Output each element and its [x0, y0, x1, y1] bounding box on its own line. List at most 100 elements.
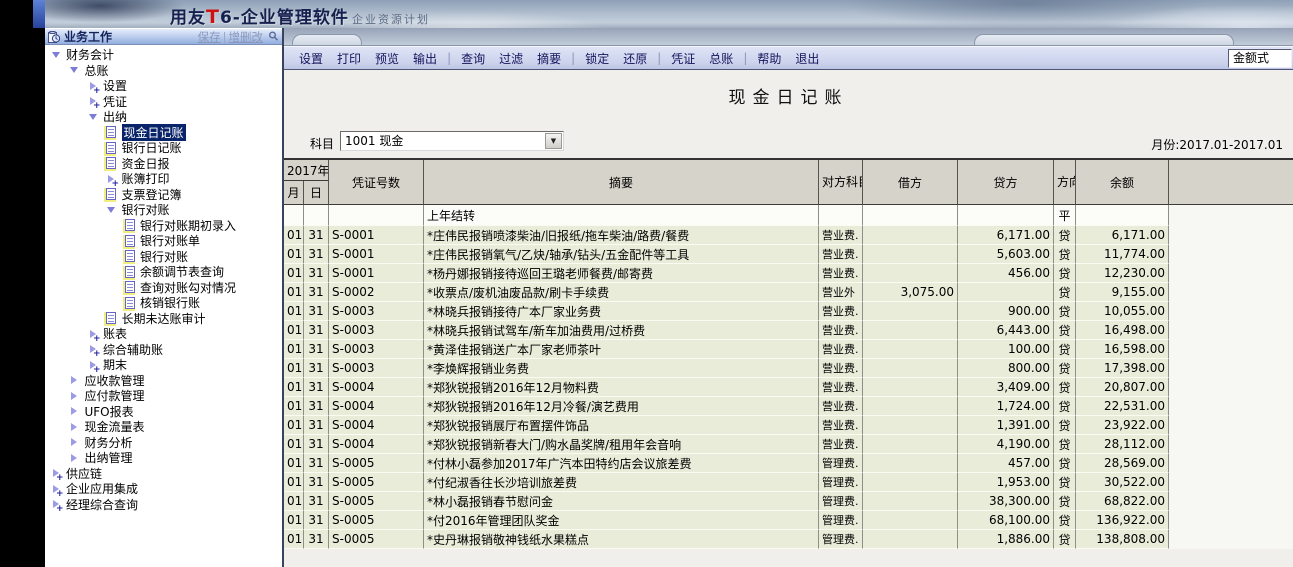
tree-item[interactable]: 资金日报	[45, 156, 282, 172]
toolbar-button[interactable]: 帮助	[750, 50, 788, 67]
tree-collapse-icon[interactable]	[68, 67, 81, 74]
toolbar-button[interactable]: 过滤	[492, 50, 530, 67]
tree-item[interactable]: + 凭证	[45, 94, 282, 111]
tree-item[interactable]: 财务分析	[45, 435, 282, 451]
cell-credit: 6,443.00	[958, 321, 1055, 340]
tree-expand-icon[interactable]	[68, 407, 81, 416]
tree-item[interactable]: 现金日记账	[45, 123, 282, 141]
tree-collapse-icon[interactable]	[86, 113, 99, 120]
tree-item[interactable]: + 经理综合查询	[45, 497, 282, 514]
tree-item[interactable]: 出纳管理	[45, 450, 282, 466]
tree-expand-icon[interactable]: +	[49, 484, 64, 498]
tree-item[interactable]: 银行对账	[45, 202, 282, 218]
journal-row[interactable]: 01 31 S-0003 *黄泽佳报销送广本厂家老师茶叶 营业费. 100.00 贷 16,5…	[284, 340, 1293, 359]
tree-expand-icon[interactable]: +	[86, 360, 101, 374]
tree-expand-icon[interactable]: +	[86, 97, 101, 111]
toolbar-button[interactable]: 打印	[330, 50, 368, 67]
tree-item[interactable]: 总账	[45, 63, 282, 79]
tree-expand-icon[interactable]: +	[49, 469, 64, 483]
cell-balance: 11,774.00	[1076, 245, 1170, 264]
tree-item[interactable]: 余额调节表查询	[45, 264, 282, 280]
journal-row[interactable]: 01 31 S-0001 *庄伟民报销氧气/乙炔/轴承/钻头/五金配件等工具 营业费. 5…	[284, 245, 1293, 264]
tree-item[interactable]: 银行对账	[45, 249, 282, 265]
tree-item[interactable]: + 企业应用集成	[45, 481, 282, 498]
tree-item[interactable]: 支票登记簿	[45, 187, 282, 203]
journal-row[interactable]: 01 31 S-0002 *收票点/废机油废品款/刷卡手续费 营业外 3,075.00 贷 9…	[284, 283, 1293, 302]
toolbar-button[interactable]: 预览	[368, 50, 406, 67]
cell-summary: *庄伟民报销喷漆柴油/旧报纸/拖车柴油/路费/餐费	[424, 226, 820, 245]
cell-voucher: S-0003	[329, 359, 425, 378]
toolbar-button[interactable]: 输出	[406, 50, 444, 67]
cell-voucher	[329, 205, 425, 226]
journal-row[interactable]: 01 31 S-0005 *付林小磊参加2017年广汽本田特约店会议旅差费 管理费. 45…	[284, 454, 1293, 473]
tree-expand-icon[interactable]	[68, 438, 81, 447]
tree-expand-icon[interactable]: +	[49, 500, 64, 514]
tree-item[interactable]: 出纳	[45, 109, 282, 125]
tree-item[interactable]: + 账簿打印	[45, 171, 282, 188]
tree-item[interactable]: 应付款管理	[45, 388, 282, 404]
journal-row[interactable]: 上年结转 平	[284, 205, 1293, 226]
journal-row[interactable]: 01 31 S-0004 *郑狄锐报销2016年12月冷餐/演艺费用 营业费. 1,724…	[284, 397, 1293, 416]
toolbar-button[interactable]: 退出	[788, 50, 826, 67]
toolbar-button[interactable]: 还原	[616, 50, 654, 67]
journal-row[interactable]: 01 31 S-0005 *付纪淑香往长沙培训旅差费 管理费. 1,953.00 贷 30,5…	[284, 473, 1293, 492]
save-link[interactable]: 保存	[198, 29, 221, 45]
cell-balance: 6,171.00	[1076, 226, 1170, 245]
tree-item[interactable]: + 账表	[45, 326, 282, 343]
tree-item[interactable]: 长期未达账审计	[45, 311, 282, 327]
subject-combobox[interactable]: 1001 现金 ▼	[340, 131, 564, 151]
tree-item[interactable]: 核销银行账	[45, 295, 282, 311]
toolbar-button[interactable]: 设置	[292, 50, 330, 67]
tree-item[interactable]: 银行对账单	[45, 233, 282, 249]
toolbar-button[interactable]: 凭证	[664, 50, 702, 67]
journal-row[interactable]: 01 31 S-0001 *庄伟民报销喷漆柴油/旧报纸/拖车柴油/路费/餐费 营业费. 6…	[284, 226, 1293, 245]
toolbar-button[interactable]: 锁定	[578, 50, 616, 67]
tree-item[interactable]: 银行对账期初录入	[45, 218, 282, 234]
journal-row[interactable]: 01 31 S-0004 *郑狄锐报销2016年12月物料费 营业费. 3,409.00 贷…	[284, 378, 1293, 397]
cell-credit: 3,409.00	[958, 378, 1055, 397]
tree-expand-icon[interactable]: +	[86, 329, 101, 343]
journal-row[interactable]: 01 31 S-0003 *李焕辉报销业务费 营业费. 800.00 贷 17,398.00	[284, 359, 1293, 378]
journal-row[interactable]: 01 31 S-0003 *林晓兵报销试驾车/新车加油费用/过桥费 营业费. 6,443.…	[284, 321, 1293, 340]
tree-item-label: 银行对账单	[140, 234, 201, 249]
tree-item[interactable]: + 供应链	[45, 466, 282, 483]
cell-month: 01	[284, 397, 304, 416]
journal-row[interactable]: 01 31 S-0005 *史丹琳报销敬神钱纸水果糕点 管理费. 1,886.00 贷 138…	[284, 530, 1293, 549]
edit-mode-link[interactable]: 增删改	[229, 29, 264, 45]
cell-balance: 68,822.00	[1076, 492, 1170, 511]
toolbar-button[interactable]: 总账	[702, 50, 740, 67]
tree-item[interactable]: + 期末	[45, 357, 282, 374]
tree-expand-icon[interactable]	[68, 453, 81, 462]
cell-credit: 100.00	[958, 340, 1055, 359]
tree-item[interactable]: + 综合辅助账	[45, 342, 282, 359]
tree-item[interactable]: 财务会计	[45, 47, 282, 63]
toolbar-button[interactable]: 查询	[454, 50, 492, 67]
journal-row[interactable]: 01 31 S-0001 *杨丹娜报销接待巡回王璐老师餐费/邮寄费 营业费. 456.00…	[284, 264, 1293, 283]
tree-item[interactable]: 应收款管理	[45, 373, 282, 389]
pin-icon[interactable]	[268, 31, 279, 42]
tree-expand-icon[interactable]	[68, 391, 81, 400]
tree-expand-icon[interactable]	[68, 422, 81, 431]
tree-expand-icon[interactable]: +	[105, 174, 119, 188]
journal-row[interactable]: 01 31 S-0003 *林晓兵报销接待广本厂家业务费 营业费. 900.00 贷 10,0…	[284, 302, 1293, 321]
tree-expand-icon[interactable]: +	[86, 345, 101, 359]
tree-item[interactable]: 银行日记账	[45, 140, 282, 156]
tree-collapse-icon[interactable]	[49, 51, 62, 58]
tree-item[interactable]: UFO报表	[45, 404, 282, 420]
journal-row[interactable]: 01 31 S-0005 *林小磊报销春节慰问金 管理费. 38,300.00 贷 68,82…	[284, 492, 1293, 511]
tree-item[interactable]: 查询对账勾对情况	[45, 280, 282, 296]
journal-row[interactable]: 01 31 S-0005 *付2016年管理团队奖金 管理费. 68,100.00 贷 136…	[284, 511, 1293, 530]
toolbar-button[interactable]: 摘要	[530, 50, 568, 67]
journal-row[interactable]: 01 31 S-0004 *郑狄锐报销新春大门/购水晶奖牌/租用年会音响 营业费. 4,1…	[284, 435, 1293, 454]
decorative-tab	[974, 34, 1234, 45]
tree-item[interactable]: 现金流量表	[45, 419, 282, 435]
chevron-down-icon[interactable]: ▼	[545, 133, 562, 149]
tree-expand-icon[interactable]: +	[86, 81, 101, 95]
tree-expand-icon[interactable]	[68, 376, 81, 385]
view-mode-selector[interactable]: 金额式	[1228, 49, 1292, 68]
cell-direction: 贷	[1054, 530, 1077, 549]
tree-collapse-icon[interactable]	[105, 206, 118, 213]
tree-item[interactable]: + 设置	[45, 78, 282, 95]
journal-row[interactable]: 01 31 S-0004 *郑狄锐报销展厅布置摆件饰品 营业费. 1,391.00 贷 23,…	[284, 416, 1293, 435]
tree-item-label: 财务会计	[66, 48, 115, 63]
